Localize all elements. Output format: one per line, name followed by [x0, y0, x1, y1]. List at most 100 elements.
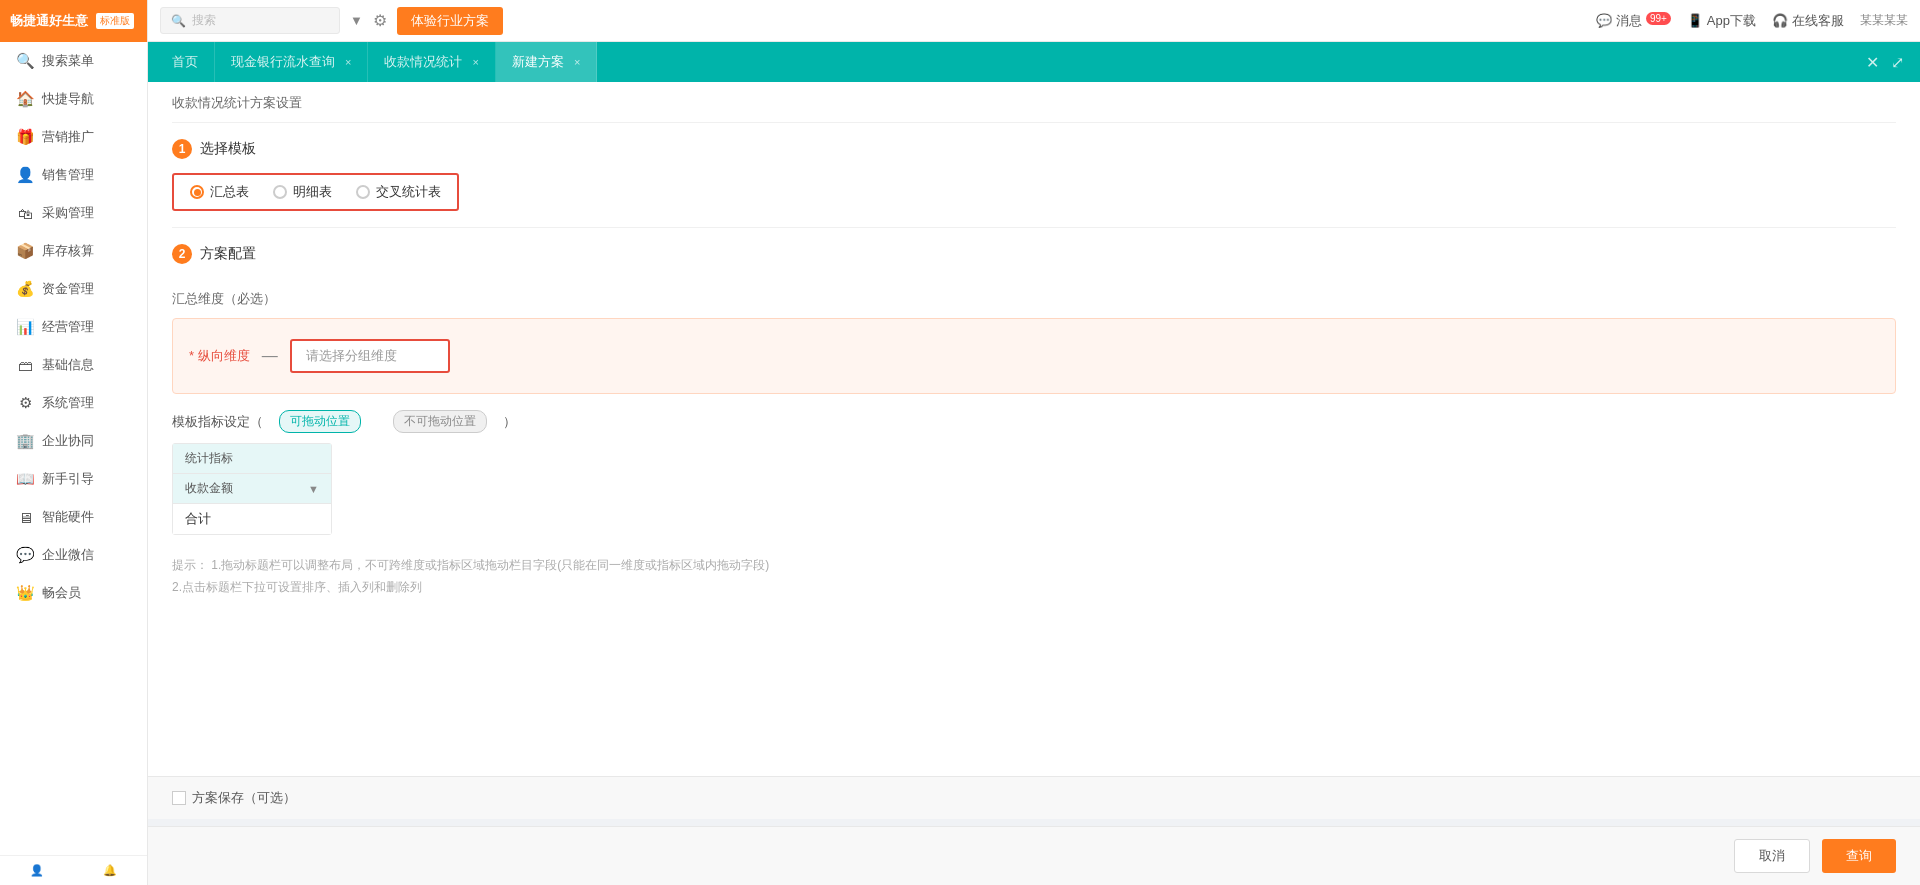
save-checkbox-label[interactable]: 方案保存（可选）: [172, 789, 296, 807]
dimension-area: * 纵向维度 — 请选择分组维度: [172, 318, 1896, 394]
sidebar-bottom-item-1[interactable]: 👤: [30, 864, 44, 877]
tab-actions: ✕ ⤢: [1866, 53, 1912, 72]
settings-icon[interactable]: ⚙: [373, 11, 387, 30]
inventory-icon: 📦: [16, 242, 34, 260]
download-item[interactable]: 📱 App下载: [1687, 12, 1756, 30]
sidebar-logo: 畅捷通好生意 标准版: [0, 0, 147, 42]
basic-info-icon: 🗃: [16, 357, 34, 374]
maximize-icon[interactable]: ⤢: [1891, 53, 1904, 72]
stats-header-label: 统计指标: [185, 450, 233, 467]
sidebar-item-guide[interactable]: 📖 新手引导: [0, 460, 147, 498]
metrics-title-end: ）: [503, 413, 516, 431]
section2-num: 2: [172, 244, 192, 264]
main-area: 🔍 搜索 ▼ ⚙ 体验行业方案 💬 消息 99+ 📱 App下载 🎧 在线客服 …: [148, 0, 1920, 885]
topbar-dropdown-icon[interactable]: ▼: [350, 13, 363, 28]
dimension-arrow: —: [262, 347, 278, 365]
section-plan-config: 2 方案配置 汇总维度（必选） * 纵向维度 — 请选择分组维度: [172, 227, 1896, 614]
sidebar-item-finance[interactable]: 💰 资金管理: [0, 270, 147, 308]
stats-col-inner: 收款金额 ▼: [185, 480, 319, 497]
dimension-row-label: * 纵向维度: [189, 347, 250, 365]
gift-icon: 🎁: [16, 128, 34, 146]
sidebar-label: 新手引导: [42, 470, 94, 488]
logo-text: 畅捷通好生意: [10, 12, 88, 30]
sidebar-item-quick-nav[interactable]: 🏠 快捷导航: [0, 80, 147, 118]
bottom-section: 方案保存（可选）: [148, 776, 1920, 819]
sidebar-item-system[interactable]: ⚙ 系统管理: [0, 384, 147, 422]
download-label: App下载: [1707, 12, 1756, 30]
cancel-button[interactable]: 取消: [1734, 839, 1810, 873]
tab-bank-flow[interactable]: 现金银行流水查询 ×: [215, 42, 368, 82]
nav-tabs: 首页 现金银行流水查询 × 收款情况统计 × 新建方案 × ✕ ⤢: [148, 42, 1920, 82]
sidebar-label: 系统管理: [42, 394, 94, 412]
finance-icon: 💰: [16, 280, 34, 298]
save-checkbox-text: 方案保存（可选）: [192, 789, 296, 807]
section1-title: 选择模板: [200, 140, 256, 158]
section-template: 1 选择模板 汇总表 明细表 交叉统计表: [172, 123, 1896, 227]
option-summary[interactable]: 汇总表: [190, 183, 249, 201]
tab-home[interactable]: 首页: [156, 42, 215, 82]
sidebar-item-inventory[interactable]: 📦 库存核算: [0, 232, 147, 270]
purchase-icon: 🛍: [16, 205, 34, 222]
sidebar-bottom-item-2[interactable]: 🔔: [103, 864, 117, 877]
metrics-title-text: 模板指标设定（: [172, 413, 263, 431]
query-button[interactable]: 查询: [1822, 839, 1896, 873]
sidebar-item-wechat[interactable]: 💬 企业微信: [0, 536, 147, 574]
sidebar: 畅捷通好生意 标准版 🔍 搜索菜单 🏠 快捷导航 🎁 营销推广 👤 销售管理 🛍…: [0, 0, 148, 885]
option-cross-label: 交叉统计表: [376, 183, 441, 201]
radio-detail-dot: [273, 185, 287, 199]
tab-new-plan-close[interactable]: ×: [574, 56, 580, 68]
option-detail-label: 明细表: [293, 183, 332, 201]
section1-num: 1: [172, 139, 192, 159]
section1-header: 1 选择模板: [172, 139, 1896, 159]
metrics-title-part1: 模板指标设定（: [172, 414, 263, 429]
sidebar-label: 快捷导航: [42, 90, 94, 108]
topbar-right: 💬 消息 99+ 📱 App下载 🎧 在线客服 某某某某: [1596, 12, 1908, 30]
sidebar-label: 销售管理: [42, 166, 94, 184]
sidebar-label: 搜索菜单: [42, 52, 94, 70]
message-item[interactable]: 💬 消息 99+: [1596, 12, 1671, 30]
option-cross[interactable]: 交叉统计表: [356, 183, 441, 201]
page-inner: 收款情况统计方案设置 1 选择模板 汇总表 明细表: [148, 82, 1920, 776]
tab-bank-flow-close[interactable]: ×: [345, 56, 351, 68]
sidebar-item-marketing[interactable]: 🎁 营销推广: [0, 118, 147, 156]
message-label: 消息: [1616, 12, 1642, 30]
sidebar-item-hardware[interactable]: 🖥 智能硬件: [0, 498, 147, 536]
stats-header-inner: 统计指标: [185, 450, 319, 467]
tab-bank-flow-label: 现金银行流水查询: [231, 53, 335, 71]
stats-col-header[interactable]: 收款金额 ▼: [173, 474, 331, 504]
stats-row-label: 合计: [185, 511, 211, 526]
topbar-search-box[interactable]: 🔍 搜索: [160, 7, 340, 34]
download-icon: 📱: [1687, 13, 1703, 28]
metrics-label-row: 模板指标设定（ 可拖动位置 不可拖动位置 ）: [172, 410, 1896, 433]
sidebar-label: 采购管理: [42, 204, 94, 222]
sidebar-item-search-menu[interactable]: 🔍 搜索菜单: [0, 42, 147, 80]
service-item[interactable]: 🎧 在线客服: [1772, 12, 1844, 30]
non-draggable-badge: 不可拖动位置: [393, 410, 487, 433]
tab-collection-close[interactable]: ×: [472, 56, 478, 68]
sidebar-item-basic-info[interactable]: 🗃 基础信息: [0, 346, 147, 384]
sidebar-bottom: 👤 🔔: [0, 855, 147, 885]
option-detail[interactable]: 明细表: [273, 183, 332, 201]
tab-collection-stats[interactable]: 收款情况统计 ×: [368, 42, 495, 82]
search-placeholder-text: 搜索: [192, 12, 216, 29]
sidebar-label: 经营管理: [42, 318, 94, 336]
stats-row: 合计: [173, 504, 331, 534]
page-content: 收款情况统计方案设置 1 选择模板 汇总表 明细表: [148, 82, 1920, 826]
home-icon: 🏠: [16, 90, 34, 108]
dimension-input[interactable]: 请选择分组维度: [290, 339, 450, 373]
tab-new-plan[interactable]: 新建方案 ×: [496, 42, 597, 82]
sidebar-item-sales[interactable]: 👤 销售管理: [0, 156, 147, 194]
save-checkbox-box[interactable]: [172, 791, 186, 805]
username-label: 某某某某: [1860, 12, 1908, 29]
sidebar-label: 企业协同: [42, 432, 94, 450]
tab-collection-label: 收款情况统计: [384, 53, 462, 71]
service-icon: 🎧: [1772, 13, 1788, 28]
sidebar-item-member[interactable]: 👑 畅会员: [0, 574, 147, 612]
sidebar-item-purchase[interactable]: 🛍 采购管理: [0, 194, 147, 232]
sidebar-item-operations[interactable]: 📊 经营管理: [0, 308, 147, 346]
close-window-icon[interactable]: ✕: [1866, 53, 1879, 72]
search-menu-icon: 🔍: [16, 52, 34, 70]
sidebar-label: 资金管理: [42, 280, 94, 298]
sidebar-item-enterprise[interactable]: 🏢 企业协同: [0, 422, 147, 460]
trial-button[interactable]: 体验行业方案: [397, 7, 503, 35]
